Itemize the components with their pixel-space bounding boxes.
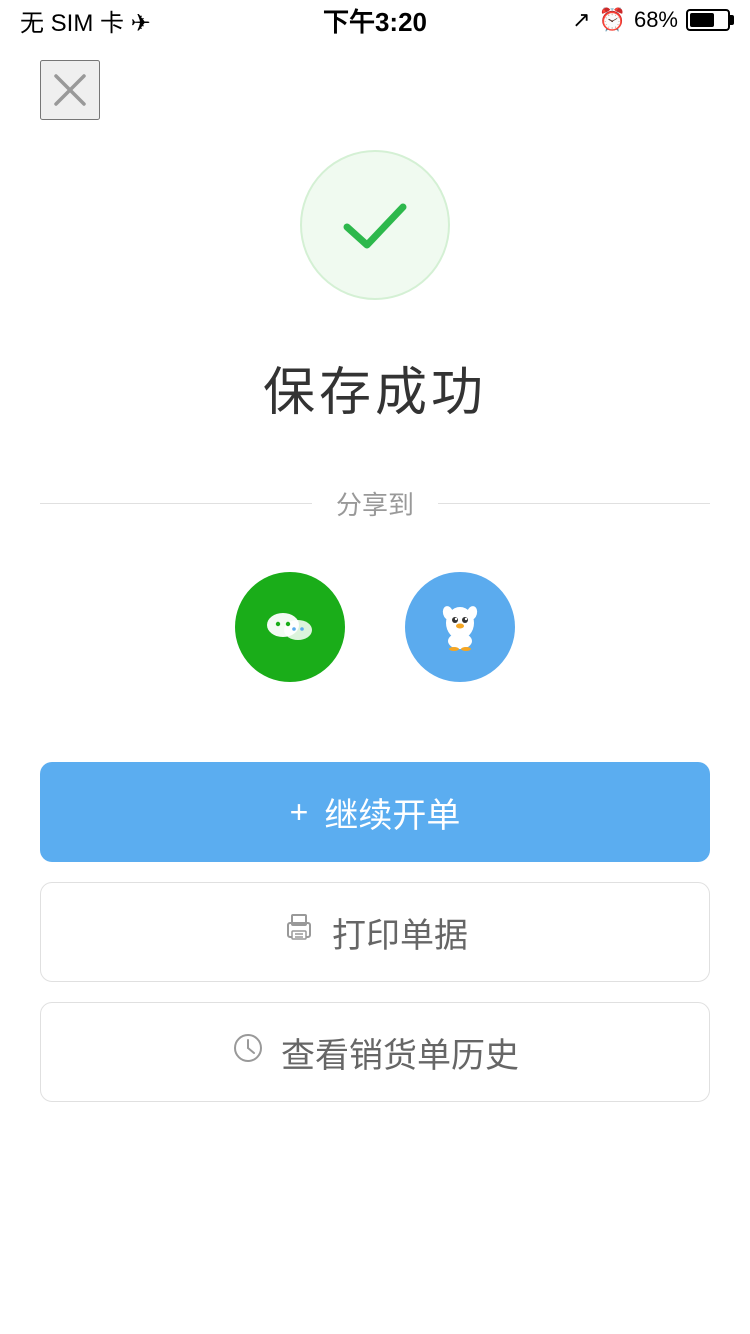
clock-icon [231,1031,265,1073]
print-icon [282,911,316,953]
status-time: 下午3:20 [323,2,427,39]
status-bar: 无 SIM 卡 ✈ 下午3:20 ↗ ⏰ 68% [0,0,750,40]
wechat-icon [258,595,323,660]
continue-order-label: 继续开单 [324,788,460,837]
qq-icon [428,595,493,660]
close-button[interactable] [40,60,100,120]
continue-order-button[interactable]: + 继续开单 [40,762,710,862]
wechat-share-button[interactable] [235,572,345,682]
action-buttons: + 继续开单 打印单据 [40,762,710,1102]
divider-right [438,503,710,504]
history-button[interactable]: 查看销货单历史 [40,1002,710,1102]
location-icon: ↗ [572,7,590,33]
share-divider: 分享到 [40,485,710,522]
battery-label: 68% [634,7,678,33]
qq-share-button[interactable] [405,572,515,682]
success-icon-circle [300,150,450,300]
battery-icon [686,9,730,31]
print-button[interactable]: 打印单据 [40,882,710,982]
main-content: 保存成功 分享到 [0,40,750,1334]
print-label: 打印单据 [332,908,468,957]
divider-left [40,503,312,504]
checkmark-icon [335,185,415,265]
share-icons-container [235,572,515,682]
sim-status: 无 SIM 卡 ✈ [20,3,151,38]
alarm-icon: ⏰ [599,7,626,33]
share-label: 分享到 [312,485,438,522]
status-right: ↗ ⏰ 68% [572,7,730,33]
plus-icon: + [290,794,309,831]
status-left: 无 SIM 卡 ✈ [20,3,151,38]
success-title: 保存成功 [263,350,487,425]
history-label: 查看销货单历史 [281,1028,519,1077]
